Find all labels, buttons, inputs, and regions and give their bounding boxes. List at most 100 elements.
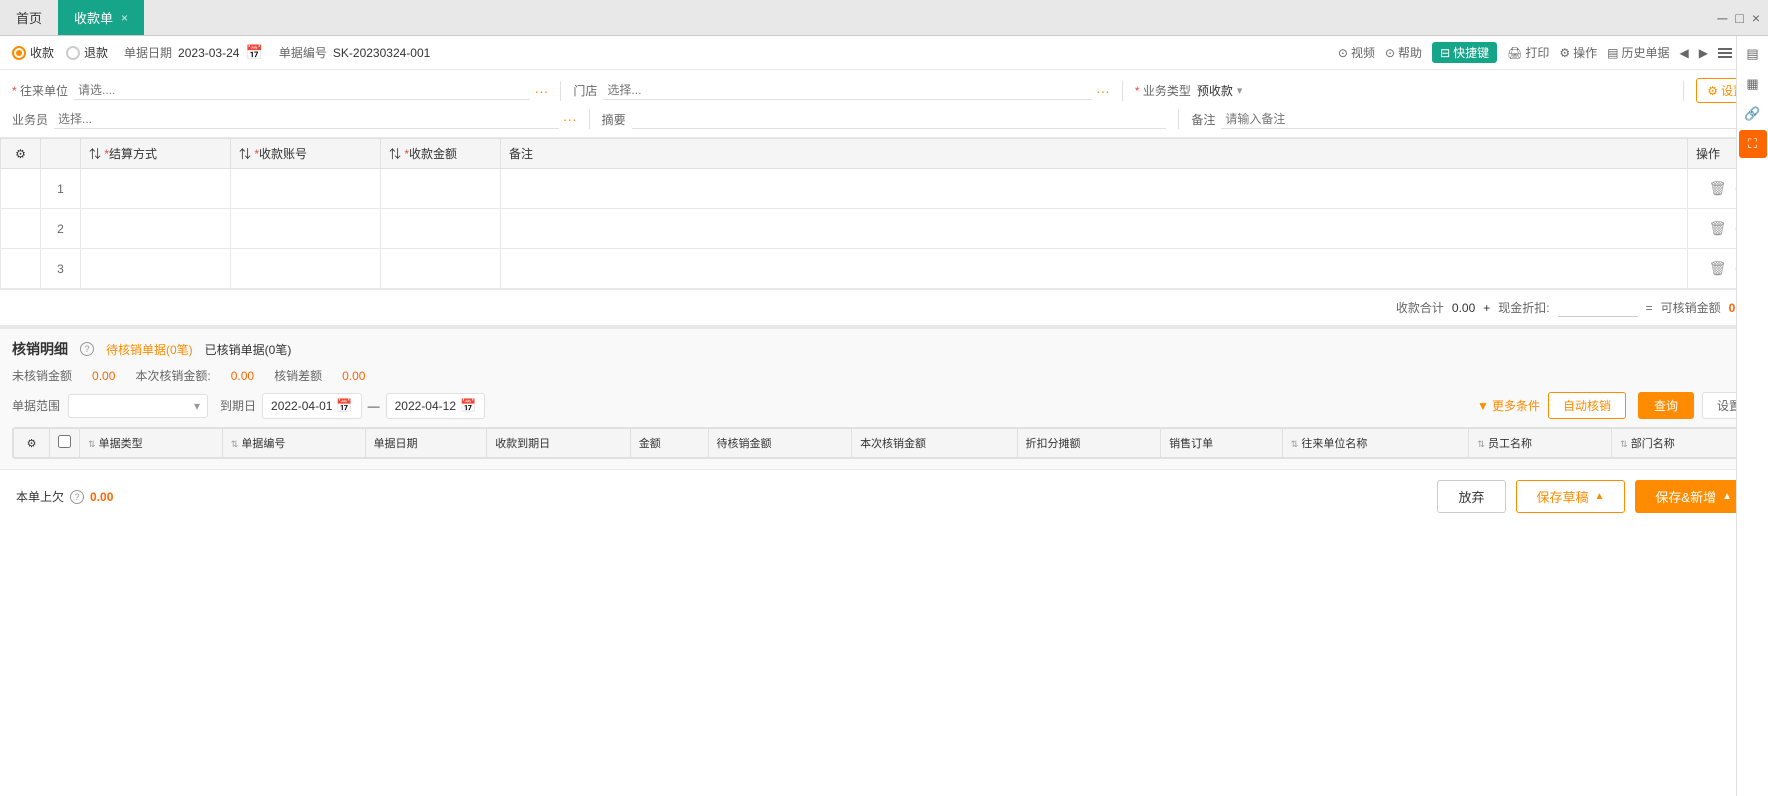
discount-input[interactable] bbox=[1558, 298, 1638, 317]
window-minimize-btn[interactable]: ─ bbox=[1717, 10, 1727, 26]
video-btn[interactable]: ⊙ 视频 bbox=[1338, 44, 1375, 61]
plus-sign: + bbox=[1483, 301, 1490, 315]
verify-stats: 未核销金额 0.00 本次核销金额: 0.00 核销差额 0.00 bbox=[12, 367, 1756, 384]
vcol-check[interactable] bbox=[50, 429, 80, 458]
query-btn[interactable]: 查询 bbox=[1638, 392, 1694, 419]
shortcut-btn[interactable]: ⊟ 快捷键 bbox=[1432, 42, 1497, 63]
divider-3 bbox=[1683, 81, 1684, 101]
date-field: 单据日期 2023-03-24 📅 bbox=[124, 44, 263, 61]
col-settings-header[interactable]: ⚙ bbox=[1, 139, 41, 169]
store-label: 门店 bbox=[573, 82, 597, 99]
nav-prev-icon[interactable]: ◀ bbox=[1680, 46, 1689, 60]
print-icon: 🖨 bbox=[1507, 46, 1522, 60]
summary-input[interactable] bbox=[632, 110, 1167, 129]
auto-verify-btn[interactable]: 自动核销 bbox=[1548, 392, 1626, 419]
row3-settle-cell[interactable] bbox=[81, 249, 231, 289]
staff-input[interactable] bbox=[54, 110, 559, 129]
row2-delete-icon[interactable]: 🗑 bbox=[1709, 220, 1727, 237]
row2-remark-cell[interactable] bbox=[501, 209, 1688, 249]
due-date-label: 到期日 bbox=[220, 397, 256, 414]
verify-title: 核销明细 bbox=[12, 339, 68, 359]
counterparty-field: 往来单位 ··· bbox=[12, 81, 548, 100]
staff-more-icon[interactable]: ··· bbox=[563, 111, 577, 127]
footer-right: 放弃 保存草稿 ▲ 保存&新增 ▲ bbox=[1437, 480, 1752, 513]
window-maximize-btn[interactable]: □ bbox=[1735, 10, 1743, 26]
receipt-type-group: 收款 退款 bbox=[12, 44, 108, 61]
menu-icon[interactable] bbox=[1718, 48, 1732, 58]
toolbar: 收款 退款 单据日期 2023-03-24 📅 单据编号 SK-20230324… bbox=[0, 36, 1768, 70]
calendar-icon[interactable]: 📅 bbox=[245, 44, 262, 61]
pending-tab[interactable]: 待核销单据(0笔) bbox=[106, 341, 193, 358]
counterparty-more-icon[interactable]: ··· bbox=[534, 83, 548, 99]
save-new-btn[interactable]: 保存&新增 ▲ bbox=[1635, 480, 1752, 513]
summary-label: 摘要 bbox=[602, 111, 626, 128]
verify-header: 核销明细 ? 待核销单据(0笔) 已核销单据(0笔) bbox=[12, 339, 1756, 359]
history-btn[interactable]: ▤ 历史单据 bbox=[1607, 44, 1669, 61]
form-row-1: 往来单位 ··· 门店 ··· 业务类型 预收款 ▾ ⚙ 设置 bbox=[12, 78, 1756, 103]
vcol-gear[interactable]: ⚙ bbox=[14, 429, 50, 458]
help-btn[interactable]: ⊙ 帮助 bbox=[1385, 44, 1422, 61]
footer: 本单上欠 ? 0.00 放弃 保存草稿 ▲ 保存&新增 ▲ bbox=[0, 469, 1768, 523]
calendar-to-icon[interactable]: 📅 bbox=[460, 398, 476, 414]
row3-account-cell[interactable] bbox=[231, 249, 381, 289]
save-draft-btn[interactable]: 保存草稿 ▲ bbox=[1516, 480, 1626, 513]
done-tab[interactable]: 已核销单据(0笔) bbox=[205, 341, 292, 358]
vtable-settings-icon[interactable]: ⚙ bbox=[27, 438, 37, 450]
counterparty-input[interactable] bbox=[74, 81, 530, 100]
sidebar-btn-2[interactable]: ▦ bbox=[1739, 70, 1767, 98]
row1-account-cell[interactable] bbox=[231, 169, 381, 209]
abandon-btn[interactable]: 放弃 bbox=[1437, 480, 1505, 513]
form-row-2: 业务员 ··· 摘要 备注 bbox=[12, 109, 1756, 129]
nav-next-icon[interactable]: ▶ bbox=[1699, 46, 1708, 60]
row1-amount-cell[interactable] bbox=[381, 169, 501, 209]
divider-5 bbox=[1178, 109, 1179, 129]
radio-receive[interactable]: 收款 bbox=[12, 44, 54, 61]
col-account-header: ⇅ *收款账号 bbox=[231, 139, 381, 169]
total-value: 0.00 bbox=[1452, 301, 1475, 315]
counterparty-label: 往来单位 bbox=[12, 82, 68, 99]
window-close-btn[interactable]: × bbox=[1752, 10, 1760, 26]
receipt-table-section: ⚙ ⇅ *结算方式 ⇅ *收款账号 ⇅ *收款金额 备注 操作 bbox=[0, 138, 1768, 289]
verify-section: 核销明细 ? 待核销单据(0笔) 已核销单据(0笔) 未核销金额 0.00 本次… bbox=[0, 325, 1768, 469]
row2-account-cell[interactable] bbox=[231, 209, 381, 249]
sidebar-btn-4[interactable]: ⛶ bbox=[1739, 130, 1767, 158]
row1-remark-cell[interactable] bbox=[501, 169, 1688, 209]
sidebar-btn-1[interactable]: ▤ bbox=[1739, 40, 1767, 68]
date-to-value: 2022-04-12 bbox=[395, 399, 456, 413]
footer-info-icon[interactable]: ? bbox=[70, 490, 84, 504]
col-num-header bbox=[41, 139, 81, 169]
range-label: 单据范围 bbox=[12, 397, 60, 414]
row3-amount-cell[interactable] bbox=[381, 249, 501, 289]
calendar-from-icon[interactable]: 📅 bbox=[336, 398, 352, 414]
row3-remark-cell[interactable] bbox=[501, 249, 1688, 289]
select-all-checkbox[interactable] bbox=[58, 435, 71, 448]
range-select[interactable] bbox=[68, 394, 208, 418]
store-more-icon[interactable]: ··· bbox=[1096, 83, 1110, 99]
staff-label: 业务员 bbox=[12, 111, 48, 128]
tab-active[interactable]: 收款单 × bbox=[58, 0, 144, 35]
row1-num-cell: 1 bbox=[41, 169, 81, 209]
row3-delete-icon[interactable]: 🗑 bbox=[1709, 260, 1727, 277]
business-type-value: 预收款 bbox=[1197, 82, 1233, 99]
row2-settle-cell[interactable] bbox=[81, 209, 231, 249]
row1-delete-icon[interactable]: 🗑 bbox=[1709, 180, 1727, 197]
vcol-discount: 折扣分摊额 bbox=[1017, 429, 1161, 458]
row2-amount-cell[interactable] bbox=[381, 209, 501, 249]
verify-info-icon[interactable]: ? bbox=[80, 342, 94, 356]
radio-refund[interactable]: 退款 bbox=[66, 44, 108, 61]
print-btn[interactable]: 🖨 打印 bbox=[1507, 44, 1549, 61]
business-type-dropdown-icon[interactable]: ▾ bbox=[1237, 84, 1243, 97]
vcol-type: ⇅ 单据类型 bbox=[80, 429, 223, 458]
table-settings-icon[interactable]: ⚙ bbox=[15, 147, 26, 161]
tab-close-icon[interactable]: × bbox=[121, 11, 128, 25]
store-input[interactable] bbox=[603, 81, 1091, 100]
shortcut-icon: ⊟ bbox=[1440, 46, 1450, 60]
sidebar-btn-3[interactable]: 🔗 bbox=[1739, 100, 1767, 128]
operation-btn[interactable]: ⚙ 操作 bbox=[1559, 44, 1597, 61]
remark-input[interactable] bbox=[1221, 110, 1756, 129]
equals-sign: = bbox=[1646, 301, 1653, 315]
tab-home[interactable]: 首页 bbox=[0, 0, 58, 35]
row1-settle-cell[interactable] bbox=[81, 169, 231, 209]
more-conditions-btn[interactable]: ▼ 更多条件 bbox=[1477, 397, 1540, 414]
summary-row: 收款合计 0.00 + 现金折扣: = 可核销金额 0.00 bbox=[0, 289, 1768, 325]
